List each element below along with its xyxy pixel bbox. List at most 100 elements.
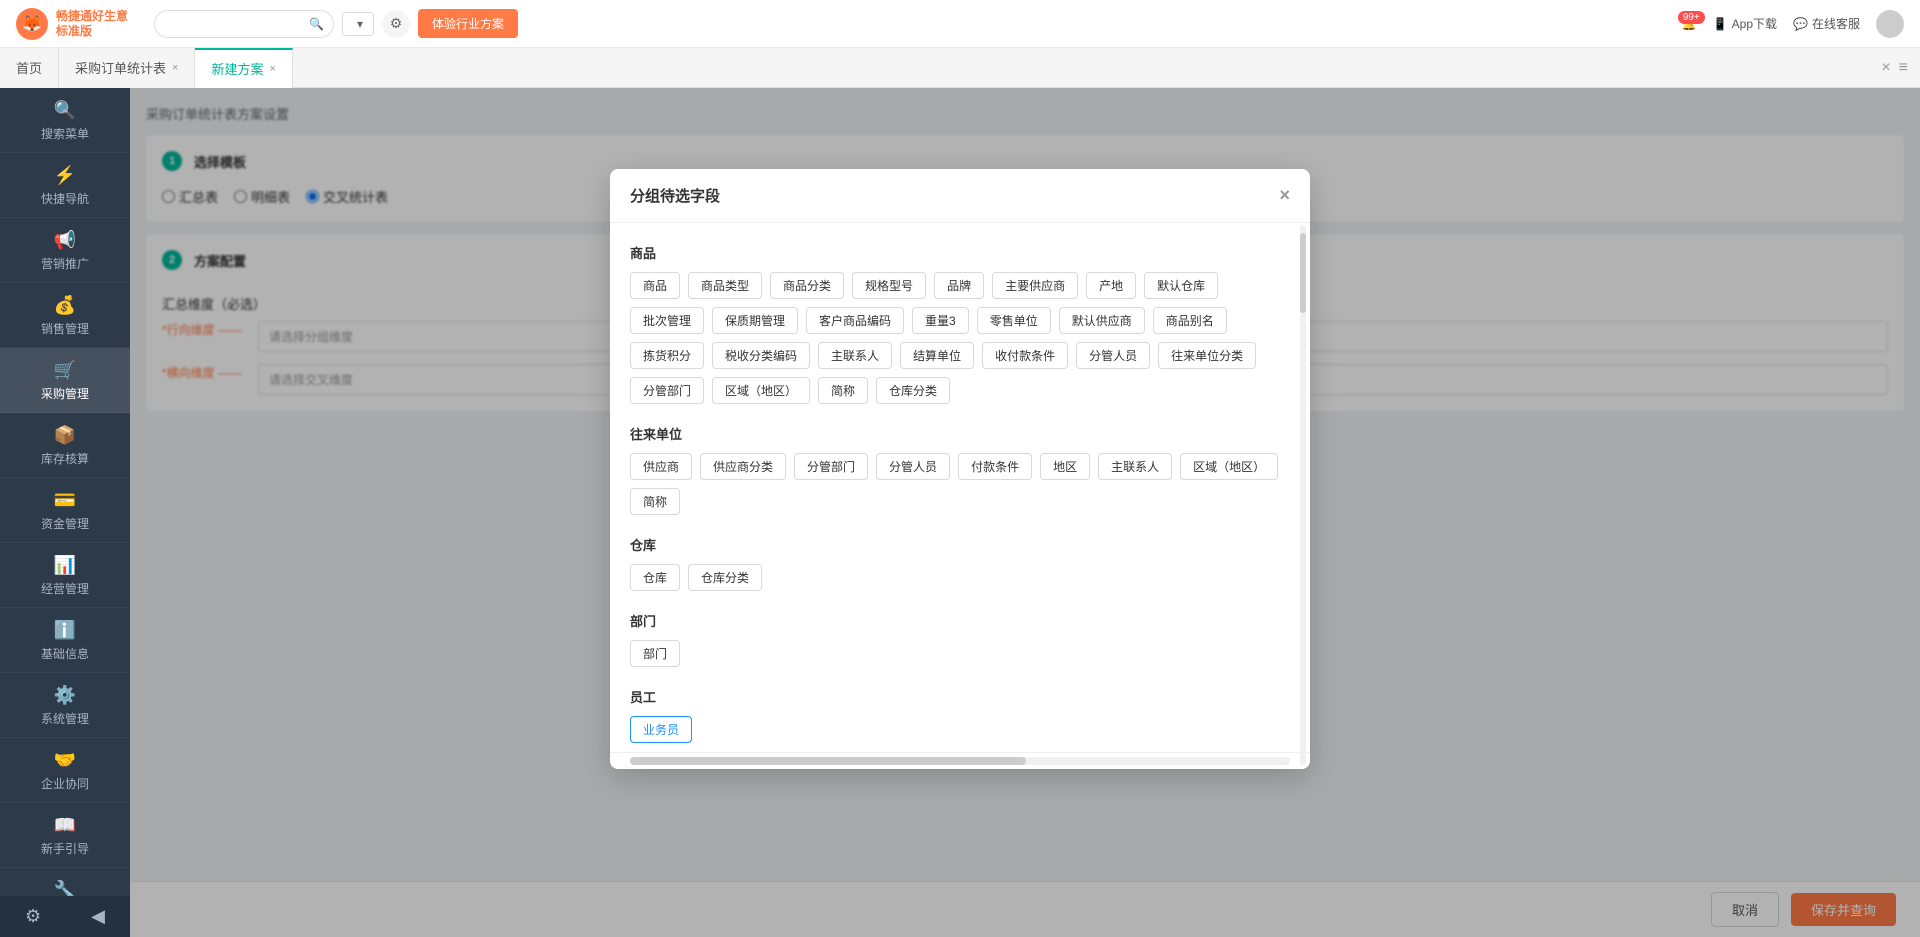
tag-region-area2[interactable]: 区域（地区） bbox=[1180, 453, 1278, 480]
app-download-label: App下载 bbox=[1732, 15, 1777, 32]
quick-nav-icon: ⚡ bbox=[54, 165, 76, 186]
tag-main-supplier[interactable]: 主要供应商 bbox=[992, 272, 1078, 299]
tab-home[interactable]: 首页 bbox=[0, 48, 59, 88]
search-input[interactable] bbox=[154, 10, 334, 38]
tag-manager-personnel[interactable]: 分管人员 bbox=[1076, 342, 1150, 369]
tag-supplier-category[interactable]: 供应商分类 bbox=[700, 453, 786, 480]
system-icon: ⚙️ bbox=[54, 685, 76, 706]
tag-warehouse[interactable]: 仓库 bbox=[630, 564, 680, 591]
tab-bar-right: × ≡ bbox=[1881, 59, 1920, 77]
sidebar-item-finance-label: 资金管理 bbox=[41, 515, 89, 532]
tag-shelf-life[interactable]: 保质期管理 bbox=[712, 307, 798, 334]
search-menu-icon: 🔍 bbox=[54, 100, 76, 121]
app-download[interactable]: 📱 App下载 bbox=[1713, 15, 1777, 32]
tag-salesman[interactable]: 业务员 bbox=[630, 716, 692, 743]
top-header: 🦊 畅捷通好生意 标准版 🔍 ▾ ⚙ 体验行业方案 🔔 99+ 📱 App下载 … bbox=[0, 0, 1920, 48]
header-center: ▾ ⚙ 体验行业方案 bbox=[342, 9, 518, 38]
tag-department[interactable]: 部门 bbox=[630, 640, 680, 667]
section-product-title: 商品 bbox=[630, 243, 1290, 262]
service-icon: 💬 bbox=[1793, 17, 1808, 31]
modal-hscroll-track bbox=[630, 757, 1290, 765]
sidebar-collapse-btn[interactable]: ◀ bbox=[91, 906, 105, 927]
sidebar-item-search[interactable]: 🔍 搜索菜单 bbox=[0, 88, 130, 153]
tag-retail-unit[interactable]: 零售单位 bbox=[977, 307, 1051, 334]
tag-payment-terms[interactable]: 收付款条件 bbox=[982, 342, 1068, 369]
tag-mgmt-dept[interactable]: 分管部门 bbox=[794, 453, 868, 480]
tag-district[interactable]: 地区 bbox=[1040, 453, 1090, 480]
section-partner-tags: 供应商 供应商分类 分管部门 分管人员 付款条件 地区 主联系人 区域（地区） … bbox=[630, 453, 1290, 515]
sidebar-item-basics[interactable]: ℹ️ 基础信息 bbox=[0, 608, 130, 673]
sidebar-bottom: ⚙ ◀ bbox=[0, 896, 130, 937]
tag-default-warehouse[interactable]: 默认仓库 bbox=[1144, 272, 1218, 299]
tag-payment-condition[interactable]: 付款条件 bbox=[958, 453, 1032, 480]
tag-product-alias[interactable]: 商品别名 bbox=[1153, 307, 1227, 334]
experience-btn[interactable]: 体验行业方案 bbox=[418, 9, 518, 38]
tag-origin[interactable]: 产地 bbox=[1086, 272, 1136, 299]
tab-purchase-stats[interactable]: 采购订单统计表 × bbox=[59, 48, 195, 88]
header-dropdown[interactable]: ▾ bbox=[342, 12, 374, 36]
sidebar-item-operations[interactable]: 📊 经营管理 bbox=[0, 543, 130, 608]
tag-region-area[interactable]: 区域（地区） bbox=[712, 377, 810, 404]
online-service[interactable]: 💬 在线客服 bbox=[1793, 15, 1860, 32]
tag-product-type[interactable]: 商品类型 bbox=[688, 272, 762, 299]
sidebar-item-system[interactable]: ⚙️ 系统管理 bbox=[0, 673, 130, 738]
sidebar-item-inventory[interactable]: 📦 库存核算 bbox=[0, 413, 130, 478]
tag-customer-code[interactable]: 客户商品编码 bbox=[806, 307, 904, 334]
section-product: 商品 商品 商品类型 商品分类 规格型号 品牌 主要供应商 产地 默认仓库 批次… bbox=[630, 243, 1290, 404]
tag-warehouse-category[interactable]: 仓库分类 bbox=[876, 377, 950, 404]
inventory-icon: 📦 bbox=[54, 425, 76, 446]
gear-button[interactable]: ⚙ bbox=[382, 10, 410, 38]
modal-title: 分组待选字段 bbox=[630, 185, 720, 206]
notification-bell[interactable]: 🔔 99+ bbox=[1682, 17, 1697, 31]
tag-weight3[interactable]: 重量3 bbox=[912, 307, 969, 334]
tag-product-category[interactable]: 商品分类 bbox=[770, 272, 844, 299]
tab-home-label: 首页 bbox=[16, 58, 42, 77]
modal-body: 商品 商品 商品类型 商品分类 规格型号 品牌 主要供应商 产地 默认仓库 批次… bbox=[610, 223, 1310, 752]
section-dept-tags: 部门 bbox=[630, 640, 1290, 667]
sidebar-item-marketing[interactable]: 📢 营销推广 bbox=[0, 218, 130, 283]
section-partner-title: 往来单位 bbox=[630, 424, 1290, 443]
modal-hscroll-thumb[interactable] bbox=[630, 757, 1026, 765]
finance-icon: 💳 bbox=[54, 490, 76, 511]
tag-partner-category[interactable]: 往来单位分类 bbox=[1158, 342, 1256, 369]
sidebar-item-cooperation[interactable]: 🤝 企业协同 bbox=[0, 738, 130, 803]
tag-batch-mgmt[interactable]: 批次管理 bbox=[630, 307, 704, 334]
modal-close-btn[interactable]: × bbox=[1279, 185, 1290, 206]
tag-main-contact[interactable]: 主联系人 bbox=[818, 342, 892, 369]
sales-icon: 💰 bbox=[54, 295, 76, 316]
sidebar-settings-btn[interactable]: ⚙ bbox=[25, 906, 41, 927]
sidebar-item-search-label: 搜索菜单 bbox=[41, 125, 89, 142]
tab-close-all[interactable]: × bbox=[1881, 59, 1890, 77]
tab-new-plan[interactable]: 新建方案 × bbox=[195, 48, 292, 88]
sidebar-item-quick-nav[interactable]: ⚡ 快捷导航 bbox=[0, 153, 130, 218]
tab-menu-icon[interactable]: ≡ bbox=[1899, 59, 1908, 77]
tag-default-supplier[interactable]: 默认供应商 bbox=[1059, 307, 1145, 334]
tab-new-plan-close[interactable]: × bbox=[269, 63, 275, 75]
tab-purchase-label: 采购订单统计表 bbox=[75, 58, 166, 77]
section-staff: 员工 业务员 bbox=[630, 687, 1290, 743]
section-staff-tags: 业务员 bbox=[630, 716, 1290, 743]
sidebar-item-newbie[interactable]: 📖 新手引导 bbox=[0, 803, 130, 868]
tag-dept[interactable]: 分管部门 bbox=[630, 377, 704, 404]
tag-short-name2[interactable]: 简称 bbox=[630, 488, 680, 515]
tab-purchase-close[interactable]: × bbox=[172, 62, 178, 74]
sidebar-item-finance[interactable]: 💳 资金管理 bbox=[0, 478, 130, 543]
sidebar-item-system-label: 系统管理 bbox=[41, 710, 89, 727]
tag-mgmt-person[interactable]: 分管人员 bbox=[876, 453, 950, 480]
tag-short-name[interactable]: 简称 bbox=[818, 377, 868, 404]
tag-tax-code[interactable]: 税收分类编码 bbox=[712, 342, 810, 369]
tag-settlement-unit[interactable]: 结算单位 bbox=[900, 342, 974, 369]
avatar[interactable] bbox=[1876, 10, 1904, 38]
tag-product[interactable]: 商品 bbox=[630, 272, 680, 299]
section-warehouse-tags: 仓库 仓库分类 bbox=[630, 564, 1290, 591]
sidebar-item-sales[interactable]: 💰 销售管理 bbox=[0, 283, 130, 348]
tag-spec-model[interactable]: 规格型号 bbox=[852, 272, 926, 299]
tag-pick-score[interactable]: 拣货积分 bbox=[630, 342, 704, 369]
tag-warehouse-type[interactable]: 仓库分类 bbox=[688, 564, 762, 591]
tag-supplier[interactable]: 供应商 bbox=[630, 453, 692, 480]
tag-brand[interactable]: 品牌 bbox=[934, 272, 984, 299]
modal-scrollbar-thumb[interactable] bbox=[1300, 233, 1306, 313]
sidebar-item-purchase[interactable]: 🛒 采购管理 bbox=[0, 348, 130, 413]
sidebar-item-basics-label: 基础信息 bbox=[41, 645, 89, 662]
tag-main-contact2[interactable]: 主联系人 bbox=[1098, 453, 1172, 480]
